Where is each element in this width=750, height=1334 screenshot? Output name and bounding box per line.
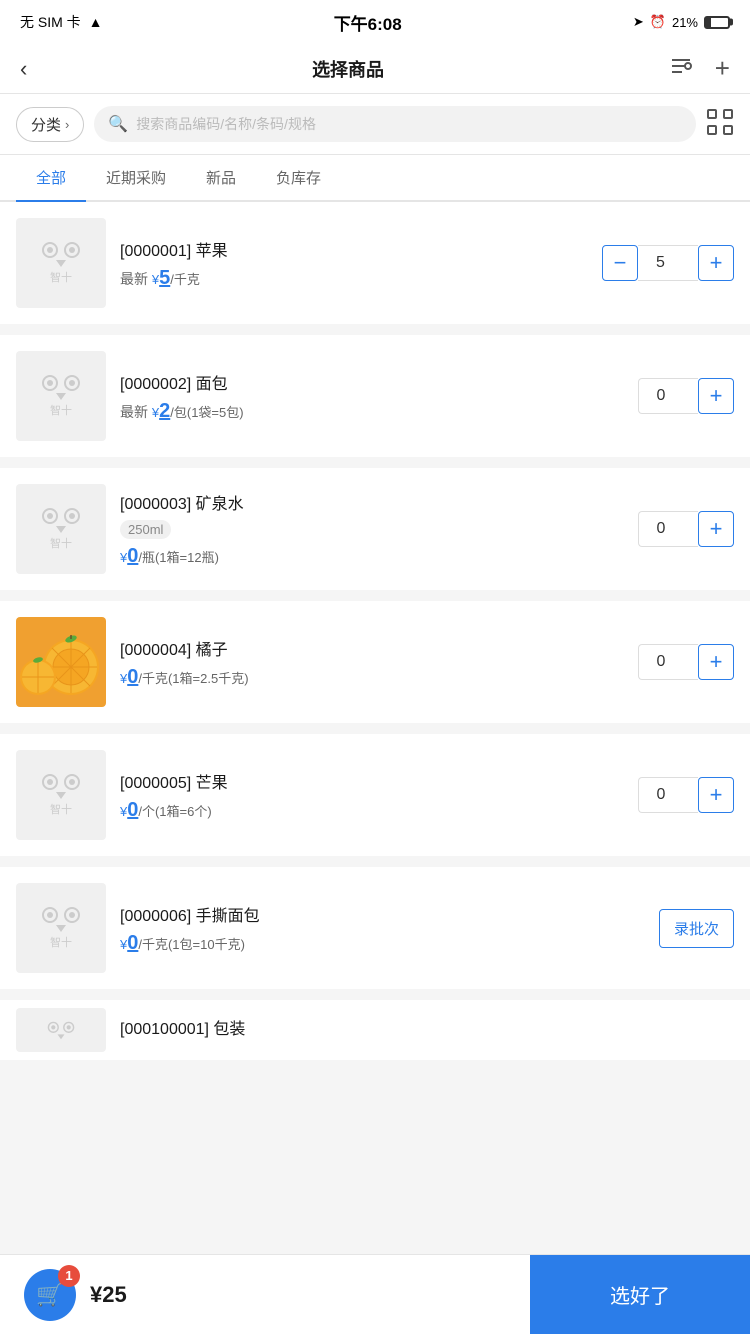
product-name: [0000006] 手撕面包	[120, 902, 645, 926]
chevron-right-icon: ›	[65, 117, 69, 132]
category-label: 分类	[31, 114, 61, 135]
quantity-control: 录批次	[659, 909, 734, 948]
product-info: [0000005] 芒果 ¥0/个(1箱=6个)	[120, 769, 624, 822]
product-info: [0000002] 面包 最新 ¥2/包(1袋=5包)	[120, 370, 624, 423]
product-info: [0000004] 橘子 ¥0/千克(1箱=2.5千克)	[120, 636, 624, 689]
product-price: 最新 ¥2/包(1袋=5包)	[120, 400, 624, 423]
status-left: 无 SIM 卡 ▲	[20, 12, 103, 32]
product-item-partial: [000100001] 包装	[0, 1000, 750, 1060]
cart-total: ¥25	[90, 1282, 127, 1308]
search-icon: 🔍	[108, 114, 128, 134]
product-thumbnail	[16, 617, 106, 707]
carrier-text: 无 SIM 卡	[20, 12, 81, 32]
product-name: [0000001] 苹果	[120, 237, 588, 261]
bottom-bar: 🛒 1 ¥25 选好了	[0, 1254, 750, 1334]
nav-bar: ‹ 选择商品 +	[0, 44, 750, 94]
quantity-control: +	[638, 777, 734, 813]
product-list: 智十 [0000001] 苹果 最新 ¥5/千克 − + 智	[0, 202, 750, 1060]
quantity-control: +	[638, 378, 734, 414]
search-box: 🔍	[94, 106, 696, 142]
product-item: 智十 [0000003] 矿泉水 250ml ¥0/瓶(1箱=12瓶) +	[0, 468, 750, 590]
status-time: 下午6:08	[334, 10, 402, 35]
status-bar: 无 SIM 卡 ▲ 下午6:08 ➤ ⏰ 21%	[0, 0, 750, 44]
product-thumbnail: 智十	[16, 351, 106, 441]
cart-icon-button[interactable]: 🛒 1	[24, 1269, 76, 1321]
tab-recent[interactable]: 近期采购	[86, 155, 186, 202]
quantity-control: +	[638, 644, 734, 680]
product-info: [0000001] 苹果 最新 ¥5/千克	[120, 237, 588, 290]
product-item: 智十 [0000001] 苹果 最新 ¥5/千克 − +	[0, 202, 750, 324]
increase-button[interactable]: +	[698, 644, 734, 680]
product-info: [0000006] 手撕面包 ¥0/千克(1包=10千克)	[120, 902, 645, 955]
record-batch-button[interactable]: 录批次	[659, 909, 734, 948]
quantity-input[interactable]	[638, 378, 698, 414]
tab-new[interactable]: 新品	[186, 155, 256, 202]
quantity-input[interactable]	[638, 245, 698, 281]
product-spec: 250ml	[120, 520, 171, 539]
product-name: [0000004] 橘子	[120, 636, 624, 660]
product-thumbnail	[16, 1008, 106, 1052]
page-title: 选择商品	[312, 56, 384, 82]
increase-button[interactable]: +	[698, 245, 734, 281]
location-icon: ➤	[633, 14, 644, 30]
product-price: ¥0/千克(1包=10千克)	[120, 932, 645, 955]
category-button[interactable]: 分类 ›	[16, 107, 84, 142]
filter-icon[interactable]	[669, 54, 693, 84]
product-price: ¥0/个(1箱=6个)	[120, 799, 624, 822]
confirm-button[interactable]: 选好了	[530, 1255, 750, 1334]
cart-badge: 1	[58, 1265, 80, 1287]
increase-button[interactable]: +	[698, 777, 734, 813]
nav-actions: +	[669, 53, 730, 84]
cart-icon: 🛒	[36, 1282, 63, 1308]
scan-icon[interactable]	[706, 108, 734, 141]
product-price: 最新 ¥5/千克	[120, 267, 588, 290]
quantity-input[interactable]	[638, 511, 698, 547]
increase-button[interactable]: +	[698, 511, 734, 547]
product-info: [0000003] 矿泉水 250ml ¥0/瓶(1箱=12瓶)	[120, 490, 624, 568]
product-item: 智十 [0000006] 手撕面包 ¥0/千克(1包=10千克) 录批次	[0, 867, 750, 989]
tab-all[interactable]: 全部	[16, 155, 86, 202]
cart-area: 🛒 1 ¥25	[0, 1269, 530, 1321]
product-name: [0000002] 面包	[120, 370, 624, 394]
add-icon[interactable]: +	[715, 53, 730, 84]
quantity-control: +	[638, 511, 734, 547]
quantity-control: − +	[602, 245, 734, 281]
quantity-input[interactable]	[638, 644, 698, 680]
wifi-icon: ▲	[89, 14, 103, 30]
product-name: [0000005] 芒果	[120, 769, 624, 793]
product-price: ¥0/千克(1箱=2.5千克)	[120, 666, 624, 689]
status-right: ➤ ⏰ 21%	[633, 14, 730, 30]
product-thumbnail: 智十	[16, 218, 106, 308]
product-name: [000100001] 包装	[120, 1015, 734, 1039]
product-item: [0000004] 橘子 ¥0/千克(1箱=2.5千克) +	[0, 601, 750, 723]
product-name: [0000003] 矿泉水	[120, 490, 624, 514]
tab-row: 全部 近期采购 新品 负库存	[0, 155, 750, 202]
filter-row: 分类 › 🔍	[0, 94, 750, 155]
battery-text: 21%	[672, 15, 698, 30]
product-price: ¥0/瓶(1箱=12瓶)	[120, 545, 624, 568]
product-thumbnail: 智十	[16, 484, 106, 574]
tab-negative[interactable]: 负库存	[256, 155, 341, 202]
product-thumbnail: 智十	[16, 750, 106, 840]
alarm-icon: ⏰	[650, 14, 666, 30]
product-item: 智十 [0000002] 面包 最新 ¥2/包(1袋=5包) +	[0, 335, 750, 457]
increase-button[interactable]: +	[698, 378, 734, 414]
search-input[interactable]	[136, 116, 682, 132]
product-info: [000100001] 包装	[120, 1015, 734, 1045]
product-item: 智十 [0000005] 芒果 ¥0/个(1箱=6个) +	[0, 734, 750, 856]
quantity-input[interactable]	[638, 777, 698, 813]
decrease-button[interactable]: −	[602, 245, 638, 281]
product-thumbnail: 智十	[16, 883, 106, 973]
back-button[interactable]: ‹	[20, 56, 27, 82]
battery-icon	[704, 16, 730, 29]
